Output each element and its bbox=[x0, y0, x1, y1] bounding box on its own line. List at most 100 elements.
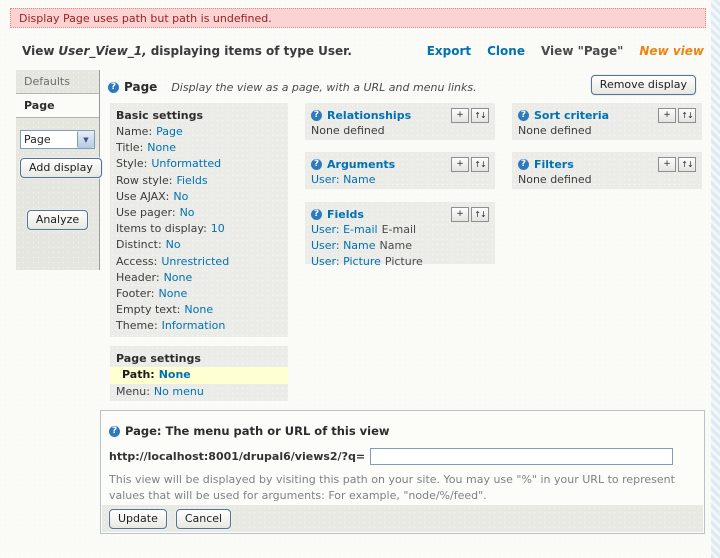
relationships-title-link[interactable]: Relationships bbox=[327, 109, 411, 122]
setting-row: Row style: Fields bbox=[116, 173, 282, 189]
setting-value-link[interactable]: No bbox=[166, 238, 181, 251]
help-icon[interactable]: ? bbox=[518, 158, 529, 170]
setting-value-link[interactable]: None bbox=[164, 271, 193, 284]
add-item-button[interactable]: + bbox=[658, 156, 676, 172]
setting-row: Style: Unformatted bbox=[116, 156, 282, 172]
error-message-text: Display Page uses path but path is undef… bbox=[19, 12, 272, 25]
plus-icon: + bbox=[456, 109, 464, 120]
analyze-button[interactable]: Analyze bbox=[26, 210, 89, 230]
setting-value-link[interactable]: Information bbox=[162, 319, 226, 332]
menu-value-link[interactable]: No menu bbox=[154, 385, 204, 398]
add-display-select-value: Page bbox=[24, 133, 51, 146]
rearrange-button[interactable]: ↑↓ bbox=[678, 156, 696, 172]
help-icon[interactable]: ? bbox=[311, 158, 322, 170]
display-description: Display the view as a page, with a URL a… bbox=[171, 80, 477, 94]
header-links: Export Clone View "Page" New view bbox=[427, 42, 704, 60]
add-display-button[interactable]: Add display bbox=[20, 158, 102, 178]
setting-label: Footer: bbox=[116, 287, 155, 301]
setting-value-link[interactable]: No bbox=[180, 206, 195, 219]
setting-value-link[interactable]: None bbox=[184, 303, 213, 316]
clone-link[interactable]: Clone bbox=[487, 44, 525, 58]
filters-box: ? Filters + ↑↓ None defined bbox=[512, 152, 702, 189]
setting-label: Distinct: bbox=[116, 238, 162, 252]
remove-display-button[interactable]: Remove display bbox=[590, 75, 696, 95]
setting-label: Name: bbox=[116, 125, 153, 138]
field-item: User: E-mail E-mail bbox=[311, 222, 489, 238]
path-value-link[interactable]: None bbox=[159, 368, 191, 381]
sidebar-tab-defaults[interactable]: Defaults bbox=[16, 70, 99, 94]
relationships-empty-text: None defined bbox=[311, 124, 385, 137]
sort-criteria-title-link[interactable]: Sort criteria bbox=[534, 109, 609, 122]
help-icon[interactable]: ? bbox=[518, 109, 529, 121]
help-icon[interactable]: ? bbox=[311, 109, 322, 121]
add-item-button[interactable]: + bbox=[451, 156, 469, 172]
path-setting-row: Path: None bbox=[110, 367, 288, 384]
add-item-button[interactable]: + bbox=[451, 206, 469, 222]
help-icon[interactable]: ? bbox=[311, 208, 322, 220]
filters-title-link[interactable]: Filters bbox=[534, 158, 574, 171]
view-title-prefix: View bbox=[22, 44, 55, 58]
rearrange-icon: ↑↓ bbox=[474, 110, 486, 120]
setting-label: Use pager: bbox=[116, 206, 176, 220]
setting-label: Title: bbox=[116, 141, 144, 155]
rearrange-icon: ↑↓ bbox=[474, 159, 486, 169]
sidebar-tab-page[interactable]: Page bbox=[16, 94, 99, 118]
view-title-suffix: displaying items of type User. bbox=[150, 44, 352, 58]
help-icon[interactable]: ? bbox=[109, 425, 120, 437]
update-button[interactable]: Update bbox=[109, 508, 167, 529]
field-item: User: Name Name bbox=[311, 238, 489, 254]
setting-row: Theme: Information bbox=[116, 318, 282, 334]
page-settings-title: Page settings bbox=[116, 352, 201, 365]
path-form-header: ? Page: The menu path or URL of this vie… bbox=[109, 424, 390, 438]
setting-value-link[interactable]: No bbox=[173, 190, 188, 203]
argument-link[interactable]: User: Name bbox=[311, 173, 376, 186]
view-page-link[interactable]: View "Page" bbox=[541, 44, 623, 58]
setting-value-link[interactable]: Page bbox=[156, 125, 183, 138]
setting-label: Access: bbox=[116, 254, 158, 268]
filters-empty-text: None defined bbox=[518, 173, 592, 186]
help-icon[interactable]: ? bbox=[108, 81, 119, 93]
menu-setting-row: Menu: No menu bbox=[116, 384, 282, 400]
rearrange-button[interactable]: ↑↓ bbox=[471, 107, 489, 123]
field-item: User: Picture Picture bbox=[311, 254, 489, 270]
setting-label: Style: bbox=[116, 157, 148, 171]
path-input[interactable] bbox=[370, 448, 674, 465]
rearrange-button[interactable]: ↑↓ bbox=[678, 107, 696, 123]
cancel-button[interactable]: Cancel bbox=[175, 508, 232, 529]
arguments-title-link[interactable]: Arguments bbox=[327, 158, 395, 171]
view-header: View User_View_1, displaying items of ty… bbox=[22, 42, 704, 60]
path-settings-form: ? Page: The menu path or URL of this vie… bbox=[100, 410, 705, 534]
field-link[interactable]: User: Name bbox=[311, 239, 376, 252]
add-item-button[interactable]: + bbox=[658, 107, 676, 123]
field-label: Picture bbox=[384, 255, 423, 269]
setting-row: Use pager: No bbox=[116, 205, 282, 221]
fields-title-link[interactable]: Fields bbox=[327, 208, 364, 221]
setting-value-link[interactable]: Unrestricted bbox=[161, 255, 229, 268]
setting-value-link[interactable]: None bbox=[159, 287, 188, 300]
rearrange-button[interactable]: ↑↓ bbox=[471, 206, 489, 222]
setting-label: Empty text: bbox=[116, 303, 181, 317]
field-link[interactable]: User: Picture bbox=[311, 255, 381, 268]
rearrange-button[interactable]: ↑↓ bbox=[471, 156, 489, 172]
setting-label: Theme: bbox=[116, 319, 158, 333]
setting-label: Menu: bbox=[116, 384, 150, 398]
setting-value-link[interactable]: 10 bbox=[211, 222, 225, 235]
error-message: Display Page uses path but path is undef… bbox=[10, 8, 706, 28]
setting-row: Title: None bbox=[116, 140, 282, 156]
argument-item: User: Name bbox=[311, 172, 489, 188]
setting-value-link[interactable]: Fields bbox=[176, 174, 207, 187]
plus-icon: + bbox=[663, 109, 671, 120]
setting-value-link[interactable]: Unformatted bbox=[151, 157, 221, 170]
sidebar-controls: Page ▼ Add display Analyze bbox=[16, 118, 102, 230]
add-item-button[interactable]: + bbox=[451, 107, 469, 123]
field-link[interactable]: User: E-mail bbox=[311, 223, 378, 236]
setting-value-link[interactable]: None bbox=[147, 141, 176, 154]
view-name: User_View_1, bbox=[58, 44, 147, 58]
relationships-box: ? Relationships + ↑↓ None defined bbox=[305, 103, 495, 140]
add-display-select[interactable]: Page ▼ bbox=[20, 130, 95, 149]
new-view-link[interactable]: New view bbox=[639, 44, 704, 58]
url-prefix: http://localhost:8001/drupal6/views2/?q= bbox=[109, 450, 366, 463]
export-link[interactable]: Export bbox=[427, 44, 471, 58]
basic-settings-title: Basic settings bbox=[116, 109, 204, 122]
setting-row: Empty text: None bbox=[116, 302, 282, 318]
